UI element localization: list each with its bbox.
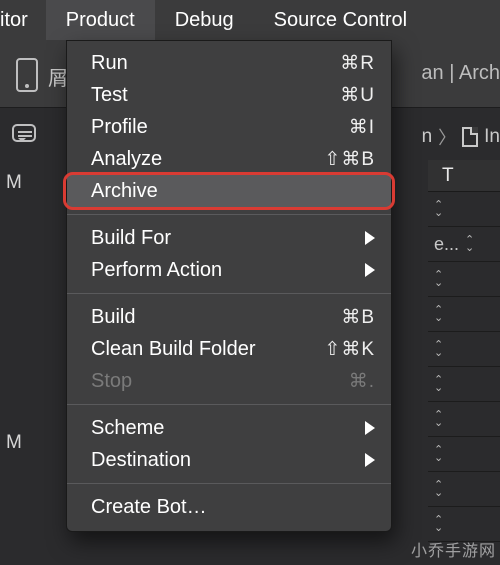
right-panel-row[interactable]: ⌃⌄ xyxy=(428,472,500,507)
right-panel-row[interactable]: ⌃⌄ xyxy=(428,262,500,297)
right-panel-row-label: e... xyxy=(434,234,459,255)
scheme-label-fragment: 屑 xyxy=(48,62,68,91)
menu-item-label: Perform Action xyxy=(91,259,365,282)
menu-item-shortcut: ⌘R xyxy=(340,52,375,75)
menu-item-archive[interactable]: Archive xyxy=(67,175,391,207)
right-panel-row[interactable]: ⌃⌄ xyxy=(428,192,500,227)
menu-item-run[interactable]: Run⌘R xyxy=(67,47,391,79)
watermark: 小乔手游网 xyxy=(411,537,496,561)
menu-item-build[interactable]: Build⌘B xyxy=(67,301,391,333)
menu-item-shortcut: ⇧⌘K xyxy=(324,338,375,361)
menu-item-profile[interactable]: Profile⌘I xyxy=(67,111,391,143)
menu-item-label: Archive xyxy=(91,180,375,203)
menu-item-label: Run xyxy=(91,52,340,75)
menubar-item-debug[interactable]: Debug xyxy=(155,0,254,40)
document-icon xyxy=(462,127,478,147)
menu-item-perform-action[interactable]: Perform Action xyxy=(67,254,391,286)
menu-item-label: Destination xyxy=(91,449,365,472)
product-menu: Run⌘RTest⌘UProfile⌘IAnalyze⇧⌘BArchiveBui… xyxy=(66,40,392,532)
menu-item-label: Build xyxy=(91,306,341,329)
menu-item-shortcut: ⇧⌘B xyxy=(324,148,375,171)
stepper-icon[interactable]: ⌃⌄ xyxy=(434,201,443,217)
menu-item-clean-build-folder[interactable]: Clean Build Folder⇧⌘K xyxy=(67,333,391,365)
menu-item-build-for[interactable]: Build For xyxy=(67,222,391,254)
stepper-icon[interactable]: ⌃⌄ xyxy=(434,411,443,427)
stepper-icon[interactable]: ⌃⌄ xyxy=(434,341,443,357)
menu-item-label: Create Bot… xyxy=(91,496,375,519)
menubar-item-prev-fragment[interactable]: itor xyxy=(0,0,46,40)
submenu-arrow-icon xyxy=(365,421,375,435)
stepper-icon[interactable]: ⌃⌄ xyxy=(434,446,443,462)
menu-item-label: Build For xyxy=(91,227,365,250)
menu-separator xyxy=(67,214,391,215)
stepper-icon[interactable]: ⌃⌄ xyxy=(434,271,443,287)
chevron-right-icon: 〉 xyxy=(438,124,456,150)
comments-icon[interactable] xyxy=(12,124,36,142)
menu-separator xyxy=(67,293,391,294)
menu-item-shortcut: ⌘. xyxy=(349,370,375,393)
toolbar-activity-fragment: an | Arch xyxy=(421,62,500,85)
right-panel-row[interactable]: e... ⌃⌄ xyxy=(428,227,500,262)
menu-item-analyze[interactable]: Analyze⇧⌘B xyxy=(67,143,391,175)
stepper-icon[interactable]: ⌃⌄ xyxy=(465,236,474,252)
right-panel-row[interactable]: ⌃⌄ xyxy=(428,297,500,332)
stepper-icon[interactable]: ⌃⌄ xyxy=(434,306,443,322)
menubar-item-product[interactable]: Product xyxy=(46,0,155,40)
menu-item-stop: Stop⌘. xyxy=(67,365,391,397)
menu-separator xyxy=(67,483,391,484)
menu-item-label: Profile xyxy=(91,116,349,139)
submenu-arrow-icon xyxy=(365,453,375,467)
menu-item-label: Analyze xyxy=(91,148,324,171)
right-panel-row[interactable]: ⌃⌄ xyxy=(428,332,500,367)
right-panel-row[interactable]: ⌃⌄ xyxy=(428,402,500,437)
breadcrumb-fragment: In xyxy=(484,126,500,148)
menu-item-shortcut: ⌘B xyxy=(341,306,375,329)
right-panel: T ⌃⌄ e... ⌃⌄ ⌃⌄ ⌃⌄ ⌃⌄ ⌃⌄ ⌃⌄ ⌃⌄ ⌃⌄ ⌃⌄ xyxy=(428,160,500,542)
menubar-item-source-control[interactable]: Source Control xyxy=(254,0,427,40)
gutter-marker: M xyxy=(6,172,22,194)
menu-item-test[interactable]: Test⌘U xyxy=(67,79,391,111)
menu-item-shortcut: ⌘I xyxy=(349,116,375,139)
submenu-arrow-icon xyxy=(365,231,375,245)
menu-item-destination[interactable]: Destination xyxy=(67,444,391,476)
menu-item-label: Scheme xyxy=(91,417,365,440)
right-panel-row[interactable]: ⌃⌄ xyxy=(428,367,500,402)
right-panel-header: T xyxy=(428,160,500,192)
menubar: itor Product Debug Source Control xyxy=(0,0,500,40)
menu-item-label: Clean Build Folder xyxy=(91,338,324,361)
stepper-icon[interactable]: ⌃⌄ xyxy=(434,376,443,392)
menu-item-label: Stop xyxy=(91,370,349,393)
gutter-marker: M xyxy=(6,432,22,454)
menu-item-shortcut: ⌘U xyxy=(340,84,375,107)
submenu-arrow-icon xyxy=(365,263,375,277)
device-icon[interactable] xyxy=(16,58,38,92)
right-panel-row[interactable]: ⌃⌄ xyxy=(428,437,500,472)
menu-item-create-bot[interactable]: Create Bot… xyxy=(67,491,391,523)
menu-item-scheme[interactable]: Scheme xyxy=(67,412,391,444)
stepper-icon[interactable]: ⌃⌄ xyxy=(434,516,443,532)
breadcrumb-fragment: n xyxy=(422,126,433,148)
breadcrumb[interactable]: n 〉 In xyxy=(422,124,500,150)
menu-item-label: Test xyxy=(91,84,340,107)
menu-separator xyxy=(67,404,391,405)
stepper-icon[interactable]: ⌃⌄ xyxy=(434,481,443,497)
